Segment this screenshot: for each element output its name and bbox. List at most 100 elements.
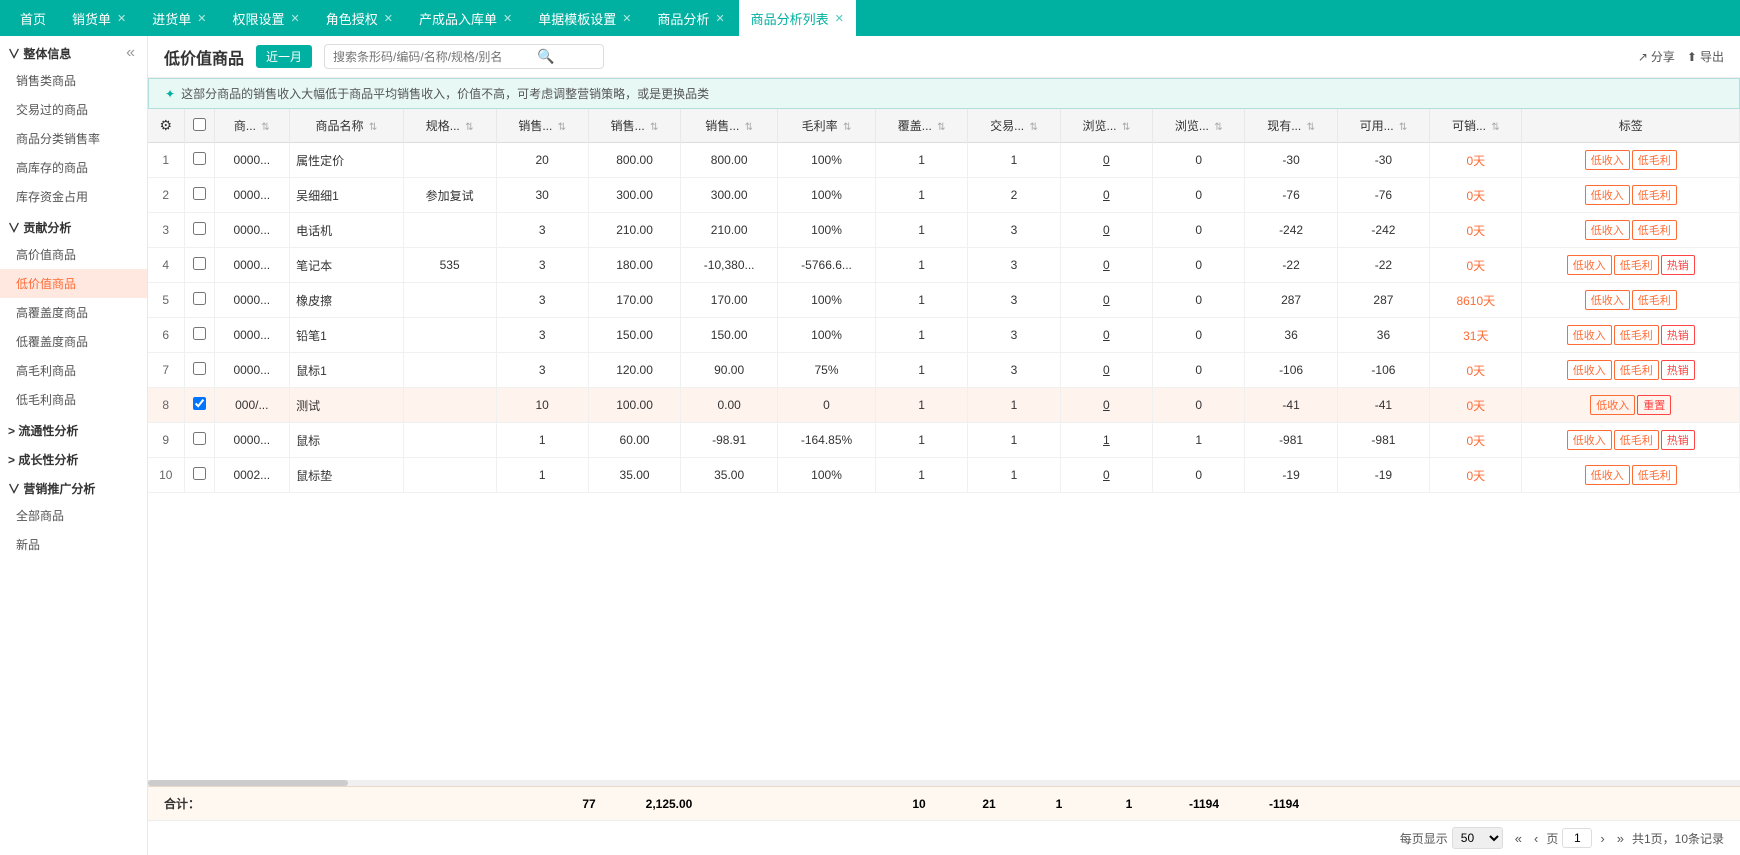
last-page-btn[interactable]: » (1613, 829, 1628, 848)
sidebar-item-category-sales-rate[interactable]: 商品分类销售率 (0, 124, 147, 153)
col-browse2[interactable]: 浏览... ⇅ (1153, 109, 1245, 143)
row-browse1[interactable]: 0 (1060, 213, 1152, 248)
nav-home[interactable]: 首页 (8, 0, 58, 36)
sidebar-item-high-stock[interactable]: 高库存的商品 (0, 153, 147, 182)
row-checkbox[interactable] (184, 458, 214, 493)
row-sales-amount: 170.00 (588, 283, 680, 318)
row-checkbox[interactable] (184, 423, 214, 458)
row-browse1[interactable]: 0 (1060, 458, 1152, 493)
row-name: 鼠标 (290, 423, 404, 458)
first-page-btn[interactable]: « (1511, 829, 1526, 848)
table-container[interactable]: ⚙ 商... ⇅ 商品名称 ⇅ 规格... ⇅ 销售... ⇅ 销售... ⇅ … (148, 109, 1740, 780)
col-browse1[interactable]: 浏览... ⇅ (1060, 109, 1152, 143)
row-select-checkbox[interactable] (193, 362, 206, 375)
col-stock-current[interactable]: 现有... ⇅ (1245, 109, 1337, 143)
close-icon[interactable]: ✕ (384, 12, 393, 25)
sidebar-item-high-margin[interactable]: 高毛利商品 (0, 356, 147, 385)
col-sales-amount[interactable]: 销售... ⇅ (588, 109, 680, 143)
col-stock-available[interactable]: 可用... ⇅ (1337, 109, 1429, 143)
export-btn[interactable]: ⬆ 导出 (1687, 48, 1724, 65)
sidebar-item-all-goods[interactable]: 全部商品 (0, 501, 147, 530)
nav-permission[interactable]: 权限设置 ✕ (220, 0, 311, 36)
row-checkbox[interactable] (184, 388, 214, 423)
nav-product-analysis-list[interactable]: 商品分析列表 ✕ (739, 0, 856, 36)
row-checkbox[interactable] (184, 178, 214, 213)
sidebar-item-new-goods[interactable]: 新品 (0, 530, 147, 559)
close-icon[interactable]: ✕ (197, 12, 206, 25)
row-browse1[interactable]: 0 (1060, 318, 1152, 353)
row-select-checkbox[interactable] (193, 292, 206, 305)
row-select-checkbox[interactable] (193, 432, 206, 445)
nav-product-analysis[interactable]: 商品分析 ✕ (645, 0, 736, 36)
close-icon[interactable]: ✕ (835, 12, 844, 25)
sidebar-item-low-margin[interactable]: 低毛利商品 (0, 385, 147, 414)
row-browse1[interactable]: 0 (1060, 248, 1152, 283)
sidebar-item-sales-goods[interactable]: 销售类商品 (0, 66, 147, 95)
col-name[interactable]: 商品名称 ⇅ (290, 109, 404, 143)
col-checkbox[interactable] (184, 109, 214, 143)
sidebar-item-low-value[interactable]: 低价值商品 (0, 269, 147, 298)
row-checkbox[interactable] (184, 143, 214, 178)
close-icon[interactable]: ✕ (117, 12, 126, 25)
close-icon[interactable]: ✕ (291, 12, 300, 25)
row-checkbox[interactable] (184, 353, 214, 388)
close-icon[interactable]: ✕ (622, 12, 631, 25)
row-checkbox[interactable] (184, 318, 214, 353)
col-tags[interactable]: 标签 (1522, 109, 1740, 143)
nav-role-auth[interactable]: 角色授权 ✕ (314, 0, 405, 36)
col-sales-qty[interactable]: 销售... ⇅ (496, 109, 588, 143)
col-stock-sellable[interactable]: 可销... ⇅ (1430, 109, 1522, 143)
row-browse1[interactable]: 0 (1060, 353, 1152, 388)
row-trade: 3 (968, 318, 1060, 353)
row-browse1[interactable]: 0 (1060, 178, 1152, 213)
row-checkbox[interactable] (184, 213, 214, 248)
col-coverage[interactable]: 覆盖... ⇅ (875, 109, 967, 143)
row-select-checkbox[interactable] (193, 397, 206, 410)
share-btn[interactable]: ↗ 分享 (1638, 48, 1675, 65)
col-spec[interactable]: 规格... ⇅ (403, 109, 496, 143)
col-sales-profit[interactable]: 销售... ⇅ (681, 109, 778, 143)
prev-page-btn[interactable]: ‹ (1530, 829, 1542, 848)
nav-template-settings[interactable]: 单据模板设置 ✕ (526, 0, 643, 36)
col-settings[interactable]: ⚙ (148, 109, 184, 143)
sidebar-item-stock-capital[interactable]: 库存资金占用 (0, 182, 147, 211)
row-checkbox[interactable] (184, 283, 214, 318)
settings-icon[interactable]: ⚙ (159, 117, 172, 133)
col-margin-rate[interactable]: 毛利率 ⇅ (778, 109, 876, 143)
row-select-checkbox[interactable] (193, 327, 206, 340)
next-page-btn[interactable]: › (1596, 829, 1608, 848)
content-area: 低价值商品 近一月 🔍 ↗ 分享 ⬆ 导出 ✦ 这部分商品的销售收入大幅低于商品… (148, 36, 1740, 855)
row-num: 9 (148, 423, 184, 458)
sidebar-item-high-value[interactable]: 高价值商品 (0, 240, 147, 269)
row-select-checkbox[interactable] (193, 257, 206, 270)
sidebar-collapse-btn[interactable]: « (122, 44, 139, 62)
search-input[interactable] (333, 50, 533, 64)
col-trade[interactable]: 交易... ⇅ (968, 109, 1060, 143)
row-browse1[interactable]: 0 (1060, 388, 1152, 423)
row-select-checkbox[interactable] (193, 152, 206, 165)
filter-recent-month-btn[interactable]: 近一月 (256, 45, 312, 68)
search-box: 🔍 (324, 44, 604, 69)
per-page-select[interactable]: 50 100 (1452, 827, 1503, 849)
sidebar-item-low-coverage[interactable]: 低覆盖度商品 (0, 327, 147, 356)
nav-purchase-order[interactable]: 进货单 ✕ (140, 0, 218, 36)
row-browse1[interactable]: 0 (1060, 143, 1152, 178)
close-icon[interactable]: ✕ (715, 12, 724, 25)
row-select-checkbox[interactable] (193, 467, 206, 480)
row-select-checkbox[interactable] (193, 222, 206, 235)
row-browse1[interactable]: 0 (1060, 283, 1152, 318)
nav-product-inbound[interactable]: 产成品入库单 ✕ (407, 0, 524, 36)
close-icon[interactable]: ✕ (503, 12, 512, 25)
export-icon: ⬆ (1687, 50, 1697, 64)
sidebar-item-high-coverage[interactable]: 高覆盖度商品 (0, 298, 147, 327)
row-browse2: 1 (1153, 423, 1245, 458)
select-all-checkbox[interactable] (193, 118, 206, 131)
row-checkbox[interactable] (184, 248, 214, 283)
sidebar-item-traded-goods[interactable]: 交易过的商品 (0, 95, 147, 124)
nav-sales-order[interactable]: 销货单 ✕ (60, 0, 138, 36)
page-number-input[interactable] (1562, 828, 1592, 848)
col-code[interactable]: 商... ⇅ (214, 109, 290, 143)
row-browse1[interactable]: 1 (1060, 423, 1152, 458)
search-icon[interactable]: 🔍 (537, 48, 554, 65)
row-select-checkbox[interactable] (193, 187, 206, 200)
